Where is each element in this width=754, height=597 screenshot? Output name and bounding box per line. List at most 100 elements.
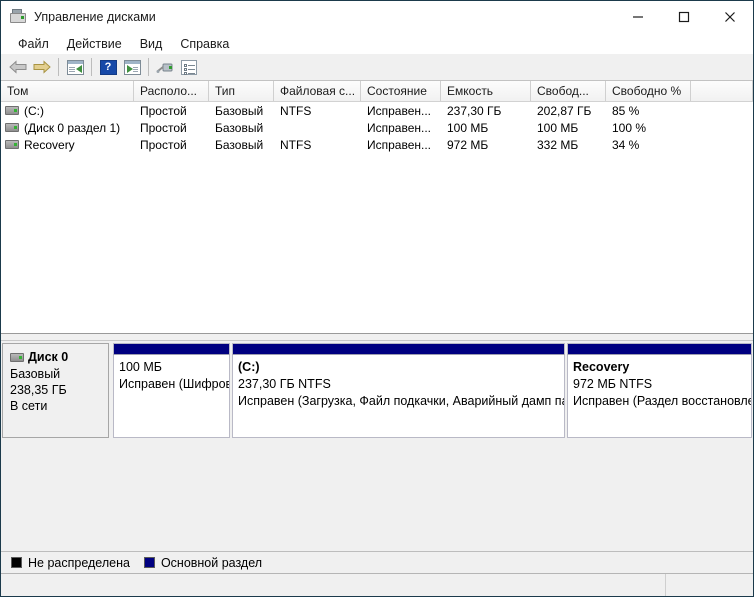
cell-extra xyxy=(691,136,753,153)
partition-block[interactable]: 100 МБ Исправен (Шифров xyxy=(113,343,230,438)
cell-filesystem: NTFS xyxy=(280,137,312,152)
menu-bar: Файл Действие Вид Справка xyxy=(1,33,753,54)
partition-status: Исправен (Загрузка, Файл подкачки, Авари… xyxy=(238,394,565,408)
partition-color-bar xyxy=(113,343,230,354)
window-title: Управление дисками xyxy=(34,10,156,24)
cell-free_percent: 100 % xyxy=(612,120,647,135)
cell-status: Исправен... xyxy=(367,120,432,135)
column-header-2[interactable]: Тип xyxy=(209,81,274,101)
partition-title: Recovery xyxy=(573,360,630,374)
partition-size-filesystem: 972 МБ NTFS xyxy=(573,377,653,391)
minimize-button[interactable] xyxy=(615,1,661,33)
cell-filesystem xyxy=(274,119,361,136)
legend-primary-partition-label: Основной раздел xyxy=(160,555,263,570)
cell-capacity: 237,30 ГБ xyxy=(447,103,502,118)
toolbar-separator xyxy=(148,58,149,76)
cell-volume: (C:) xyxy=(1,102,134,119)
column-header-0[interactable]: Том xyxy=(1,81,134,101)
volume-list-rows: (C:) Простой Базовый NTFS Исправен... 237,30 … xyxy=(1,102,753,153)
disk-state: В сети xyxy=(10,399,48,413)
partition-details: (C:) 237,30 ГБ NTFS Исправен (Загрузка, Фа… xyxy=(232,354,565,438)
toolbar-separator xyxy=(58,58,59,76)
disk-type: Базовый xyxy=(10,367,61,381)
graphical-view-pane: Диск 0 Базовый 238,35 ГБ В сети 100 МБ Ис… xyxy=(1,341,753,551)
disk-info-panel[interactable]: Диск 0 Базовый 238,35 ГБ В сети xyxy=(2,343,109,438)
cell-free: 332 МБ xyxy=(537,137,579,152)
show-action-pane-icon[interactable] xyxy=(120,56,144,79)
cell-status: Исправен... xyxy=(367,137,432,152)
partition-size-filesystem: 100 МБ xyxy=(119,360,162,374)
volume-drive-icon xyxy=(5,140,19,149)
disk-title: Диск 0 xyxy=(10,350,108,364)
partition-color-bar xyxy=(567,343,752,354)
menu-action[interactable]: Действие xyxy=(58,35,131,53)
disk-management-window: Управление дисками Файл Действие Вид Спр… xyxy=(0,0,754,597)
volume-label: Recovery xyxy=(24,137,75,152)
volume-list-pane: Том Располо... Тип Файловая с... Состояние Ем… xyxy=(1,81,753,333)
disk-name: Диск 0 xyxy=(28,350,69,364)
partition-color-bar xyxy=(232,343,565,354)
legend-bar: Не распределена Основной раздел xyxy=(1,551,753,573)
maximize-button[interactable] xyxy=(661,1,707,33)
table-row[interactable]: (C:) Простой Базовый NTFS Исправен... 237,30 … xyxy=(1,102,753,119)
partition-status: Исправен (Шифров xyxy=(119,377,230,391)
connect-drive-icon[interactable] xyxy=(153,56,177,79)
window-controls xyxy=(615,1,753,33)
column-header-8[interactable] xyxy=(691,81,753,101)
volume-label: (Диск 0 раздел 1) xyxy=(24,120,121,135)
legend-primary-partition: Основной раздел xyxy=(143,555,263,570)
menu-help[interactable]: Справка xyxy=(171,35,238,53)
status-pane-secondary xyxy=(666,574,752,596)
cell-status: Исправен... xyxy=(367,103,432,118)
partition-strip: 100 МБ Исправен (Шифров (C:) 237,30 ГБ NTFS… xyxy=(113,343,752,438)
cell-layout: Простой xyxy=(140,137,187,152)
column-header-4[interactable]: Состояние xyxy=(361,81,441,101)
cell-extra xyxy=(691,102,753,119)
table-row[interactable]: (Диск 0 раздел 1) Простой Базовый Исправен.… xyxy=(1,119,753,136)
volume-list-header: Том Располо... Тип Файловая с... Состояние Ем… xyxy=(1,81,753,102)
column-header-7[interactable]: Свободно % xyxy=(606,81,691,101)
cell-type: Базовый xyxy=(215,137,264,152)
cell-layout: Простой xyxy=(140,103,187,118)
up-one-level-icon[interactable] xyxy=(63,56,87,79)
cell-free_percent: 85 % xyxy=(612,103,640,118)
cell-free_percent: 34 % xyxy=(612,137,640,152)
back-arrow-icon[interactable] xyxy=(6,56,30,79)
menu-file[interactable]: Файл xyxy=(9,35,58,53)
volume-drive-icon xyxy=(5,123,19,132)
status-bar xyxy=(1,573,753,596)
toolbar-separator xyxy=(91,58,92,76)
cell-type: Базовый xyxy=(215,120,264,135)
cell-layout: Простой xyxy=(140,120,187,135)
cell-free: 100 МБ xyxy=(537,120,579,135)
properties-icon[interactable] xyxy=(177,56,201,79)
title-bar: Управление дисками xyxy=(1,1,753,33)
column-header-6[interactable]: Свобод... xyxy=(531,81,606,101)
cell-free: 202,87 ГБ xyxy=(537,103,592,118)
cell-extra xyxy=(691,119,753,136)
legend-unallocated: Не распределена xyxy=(11,556,130,570)
help-icon[interactable]: ? xyxy=(96,56,120,79)
partition-block[interactable]: Recovery 972 МБ NTFS Исправен (Раздел восс… xyxy=(567,343,752,438)
toolbar: ? xyxy=(1,54,753,81)
legend-primary-partition-swatch xyxy=(143,557,155,568)
disk-management-icon xyxy=(10,9,26,25)
cell-capacity: 100 МБ xyxy=(447,120,489,135)
status-pane-primary xyxy=(1,574,666,596)
cell-capacity: 972 МБ xyxy=(447,137,489,152)
cell-volume: Recovery xyxy=(1,136,134,153)
column-header-5[interactable]: Емкость xyxy=(441,81,531,101)
cell-volume: (Диск 0 раздел 1) xyxy=(1,119,134,136)
partition-status: Исправен (Раздел восстановле xyxy=(573,394,752,408)
column-header-1[interactable]: Располо... xyxy=(134,81,209,101)
table-row[interactable]: Recovery Простой Базовый NTFS Исправен... 972… xyxy=(1,136,753,153)
column-header-3[interactable]: Файловая с... xyxy=(274,81,361,101)
cell-type: Базовый xyxy=(215,103,264,118)
menu-view[interactable]: Вид xyxy=(131,35,172,53)
forward-arrow-icon[interactable] xyxy=(30,56,54,79)
close-button[interactable] xyxy=(707,1,753,33)
partition-block[interactable]: (C:) 237,30 ГБ NTFS Исправен (Загрузка, Фа… xyxy=(232,343,565,438)
disk-icon xyxy=(10,352,24,362)
pane-splitter[interactable] xyxy=(1,333,753,341)
partition-title: (C:) xyxy=(238,360,260,374)
